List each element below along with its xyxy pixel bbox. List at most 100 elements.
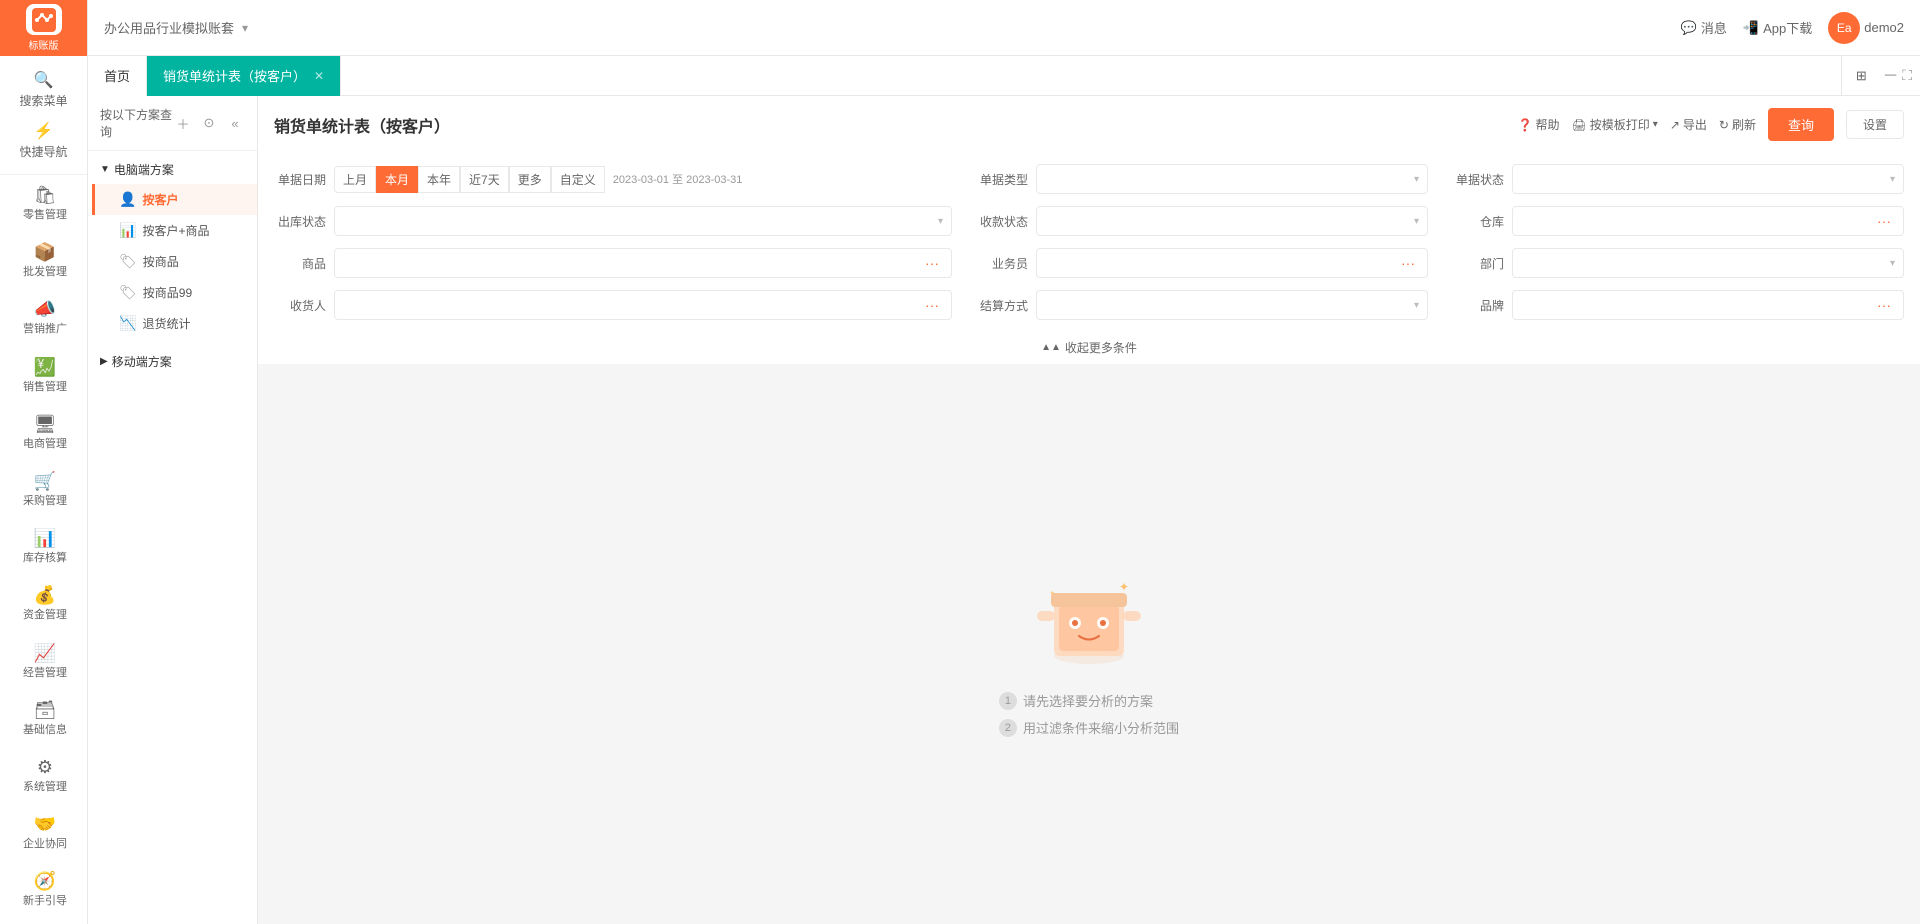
goods-icon: 🏷 bbox=[119, 253, 137, 270]
receiver-input[interactable]: ··· bbox=[334, 290, 952, 320]
settlement-arrow-icon: ▾ bbox=[1414, 300, 1419, 311]
print-icon: 🖨 bbox=[1572, 118, 1587, 132]
mobile-scheme-group: ▶ 移动端方案 bbox=[88, 343, 257, 380]
page-actions: ❓ 帮助 🖨 按模板打印 ▾ ↗ 导出 ↻ bbox=[1518, 108, 1904, 141]
brand-dots-icon[interactable]: ··· bbox=[1873, 297, 1895, 313]
mobile-scheme-header[interactable]: ▶ 移动端方案 bbox=[88, 347, 257, 376]
query-button[interactable]: 查询 bbox=[1768, 108, 1834, 141]
sidebar-item-purchase[interactable]: 🛒 采购管理 bbox=[0, 461, 87, 518]
date-btn-custom[interactable]: 自定义 bbox=[551, 166, 605, 193]
tab-maximize-icon[interactable]: ⛶ bbox=[1902, 67, 1912, 84]
salesperson-dots-icon[interactable]: ··· bbox=[1397, 255, 1419, 271]
warehouse-dots-icon[interactable]: ··· bbox=[1873, 213, 1895, 229]
date-btn-current-month[interactable]: 本月 bbox=[376, 166, 418, 193]
tab-expand-btn[interactable]: ⊞ bbox=[1841, 56, 1881, 96]
salesperson-label: 业务员 bbox=[976, 255, 1036, 272]
receiver-dots-icon[interactable]: ··· bbox=[921, 297, 943, 313]
sidebar-item-inventory[interactable]: 📊 库存核算 bbox=[0, 518, 87, 575]
operations-icon: 📈 bbox=[34, 643, 56, 664]
date-btn-last-7[interactable]: 近7天 bbox=[460, 166, 509, 193]
doc-status-select[interactable]: ▾ bbox=[1512, 164, 1904, 194]
enterprise-icon: 🤝 bbox=[34, 814, 56, 835]
brand-input[interactable]: ··· bbox=[1512, 290, 1904, 320]
svg-text:✦: ✦ bbox=[1119, 580, 1129, 594]
goods-dots-icon[interactable]: ··· bbox=[921, 255, 943, 271]
user-menu[interactable]: Ea demo2 bbox=[1828, 12, 1904, 44]
ecommerce-icon: 🖥 bbox=[34, 414, 57, 435]
export-link[interactable]: ↗ 导出 bbox=[1670, 116, 1707, 133]
settlement-select[interactable]: ▾ bbox=[1036, 290, 1428, 320]
date-btn-last-month[interactable]: 上月 bbox=[334, 166, 376, 193]
filter-brand: 品牌 ··· bbox=[1428, 289, 1904, 321]
shortcut-nav-item[interactable]: ⚡ 快捷导航 bbox=[6, 115, 81, 166]
customer-goods-icon: 📊 bbox=[119, 222, 136, 239]
sidebar-item-enterprise[interactable]: 🤝 企业协同 bbox=[0, 804, 87, 861]
sidebar-item-wholesale[interactable]: 📦 批发管理 bbox=[0, 232, 87, 289]
warehouse-input[interactable]: ··· bbox=[1512, 206, 1904, 236]
tab-minimize-icon[interactable]: ─ bbox=[1885, 67, 1896, 85]
sidebar-item-ecommerce[interactable]: 🖥 电商管理 bbox=[0, 404, 87, 461]
print-link[interactable]: 🖨 按模板打印 ▾ bbox=[1572, 116, 1658, 133]
inventory-icon: 📊 bbox=[34, 528, 56, 549]
scheme-item-return-stats[interactable]: 📉 退货统计 bbox=[92, 308, 257, 339]
date-picker-row: 上月 本月 本年 近7天 更多 自定义 2023-03-01 至 2023-03… bbox=[334, 166, 742, 193]
app-download-action[interactable]: 📲 App下载 bbox=[1743, 18, 1812, 37]
sidebar-item-operations[interactable]: 📈 经营管理 bbox=[0, 633, 87, 690]
out-status-select[interactable]: ▾ bbox=[334, 206, 952, 236]
content-area: 按以下方案查询 ＋ ⊙ « ▼ 电脑端方案 👤 按客户 bbox=[88, 96, 1920, 924]
main-content: 办公用品行业模拟账套 ▾ 💬 消息 📲 App下载 Ea demo2 首页 bbox=[88, 0, 1920, 924]
header-dropdown-icon[interactable]: ▾ bbox=[242, 21, 248, 35]
add-scheme-btn[interactable]: ＋ bbox=[173, 113, 193, 133]
date-btn-current-year[interactable]: 本年 bbox=[418, 166, 460, 193]
scheme-panel-actions: ＋ ⊙ « bbox=[173, 113, 245, 133]
settings-button[interactable]: 设置 bbox=[1846, 110, 1904, 139]
department-select[interactable]: ▾ bbox=[1512, 248, 1904, 278]
payment-status-select[interactable]: ▾ bbox=[1036, 206, 1428, 236]
tab-close-icon[interactable]: ✕ bbox=[314, 69, 324, 83]
settings-scheme-btn[interactable]: ⊙ bbox=[199, 113, 219, 133]
brand-label: 品牌 bbox=[1452, 297, 1512, 314]
salesperson-input[interactable]: ··· bbox=[1036, 248, 1428, 278]
pc-scheme-header[interactable]: ▼ 电脑端方案 bbox=[88, 155, 257, 184]
tab-sales-stats[interactable]: 销货单统计表（按客户） ✕ bbox=[147, 56, 341, 96]
filter-goods: 商品 ··· bbox=[274, 247, 952, 279]
scheme-item-by-goods-99[interactable]: 🏷 按商品99 bbox=[92, 277, 257, 308]
goods-label: 商品 bbox=[274, 255, 334, 272]
tab-home[interactable]: 首页 bbox=[88, 56, 147, 96]
customer-icon: 👤 bbox=[119, 191, 136, 208]
scheme-item-by-customer[interactable]: 👤 按客户 bbox=[92, 184, 257, 215]
tip-num-1: 1 bbox=[999, 692, 1017, 710]
doc-type-select[interactable]: ▾ bbox=[1036, 164, 1428, 194]
print-dropdown-icon[interactable]: ▾ bbox=[1653, 119, 1658, 130]
expand-arrow-icon: ▼ bbox=[100, 164, 110, 175]
scheme-panel-header: 按以下方案查询 ＋ ⊙ « bbox=[88, 96, 257, 151]
sidebar-item-basic[interactable]: 🗃 基础信息 bbox=[0, 690, 87, 747]
sidebar-item-finance[interactable]: 💰 资金管理 bbox=[0, 575, 87, 632]
sidebar-item-guide[interactable]: 🧭 新手引导 bbox=[0, 861, 87, 918]
scheme-item-by-goods[interactable]: 🏷 按商品 bbox=[92, 246, 257, 277]
collapse-panel-btn[interactable]: « bbox=[225, 113, 245, 133]
collapse-up-icon: ▲▲ bbox=[1041, 342, 1061, 353]
logo-text: 标账版 bbox=[29, 37, 59, 52]
sidebar-item-marketing[interactable]: 📣 营销推广 bbox=[0, 289, 87, 346]
filter-rows: 单据日期 上月 本月 本年 近7天 更多 自定义 2023-03-01 至 20… bbox=[258, 153, 1920, 364]
sidebar-item-sales[interactable]: 💹 销售管理 bbox=[0, 347, 87, 404]
collapse-bar[interactable]: ▲▲ 收起更多条件 bbox=[274, 331, 1904, 364]
message-action[interactable]: 💬 消息 bbox=[1681, 18, 1727, 37]
scheme-item-by-customer-goods[interactable]: 📊 按客户+商品 bbox=[92, 215, 257, 246]
date-btn-more[interactable]: 更多 bbox=[509, 166, 551, 193]
refresh-link[interactable]: ↻ 刷新 bbox=[1719, 116, 1756, 133]
search-menu-item[interactable]: 🔍 搜索菜单 bbox=[6, 64, 81, 115]
guide-icon: 🧭 bbox=[34, 871, 56, 892]
filter-row-3: 商品 ··· 业务员 bbox=[274, 247, 1904, 279]
sidebar-item-app-center[interactable]: 📱 应用中心 bbox=[0, 918, 87, 924]
sidebar-nav: 🛍 零售管理 📦 批发管理 📣 营销推广 💹 销售管理 🖥 电商管理 🛒 采购管… bbox=[0, 175, 87, 924]
goods-input[interactable]: ··· bbox=[334, 248, 952, 278]
sidebar-item-retail[interactable]: 🛍 零售管理 bbox=[0, 175, 87, 232]
sidebar-item-system[interactable]: ⚙ 系统管理 bbox=[0, 747, 87, 804]
header-left: 办公用品行业模拟账套 ▾ bbox=[104, 18, 248, 37]
message-icon: 💬 bbox=[1681, 20, 1697, 36]
finance-icon: 💰 bbox=[34, 585, 56, 606]
help-link[interactable]: ❓ 帮助 bbox=[1518, 116, 1560, 133]
date-filter-control: 上月 本月 本年 近7天 更多 自定义 2023-03-01 至 2023-03… bbox=[334, 166, 952, 193]
